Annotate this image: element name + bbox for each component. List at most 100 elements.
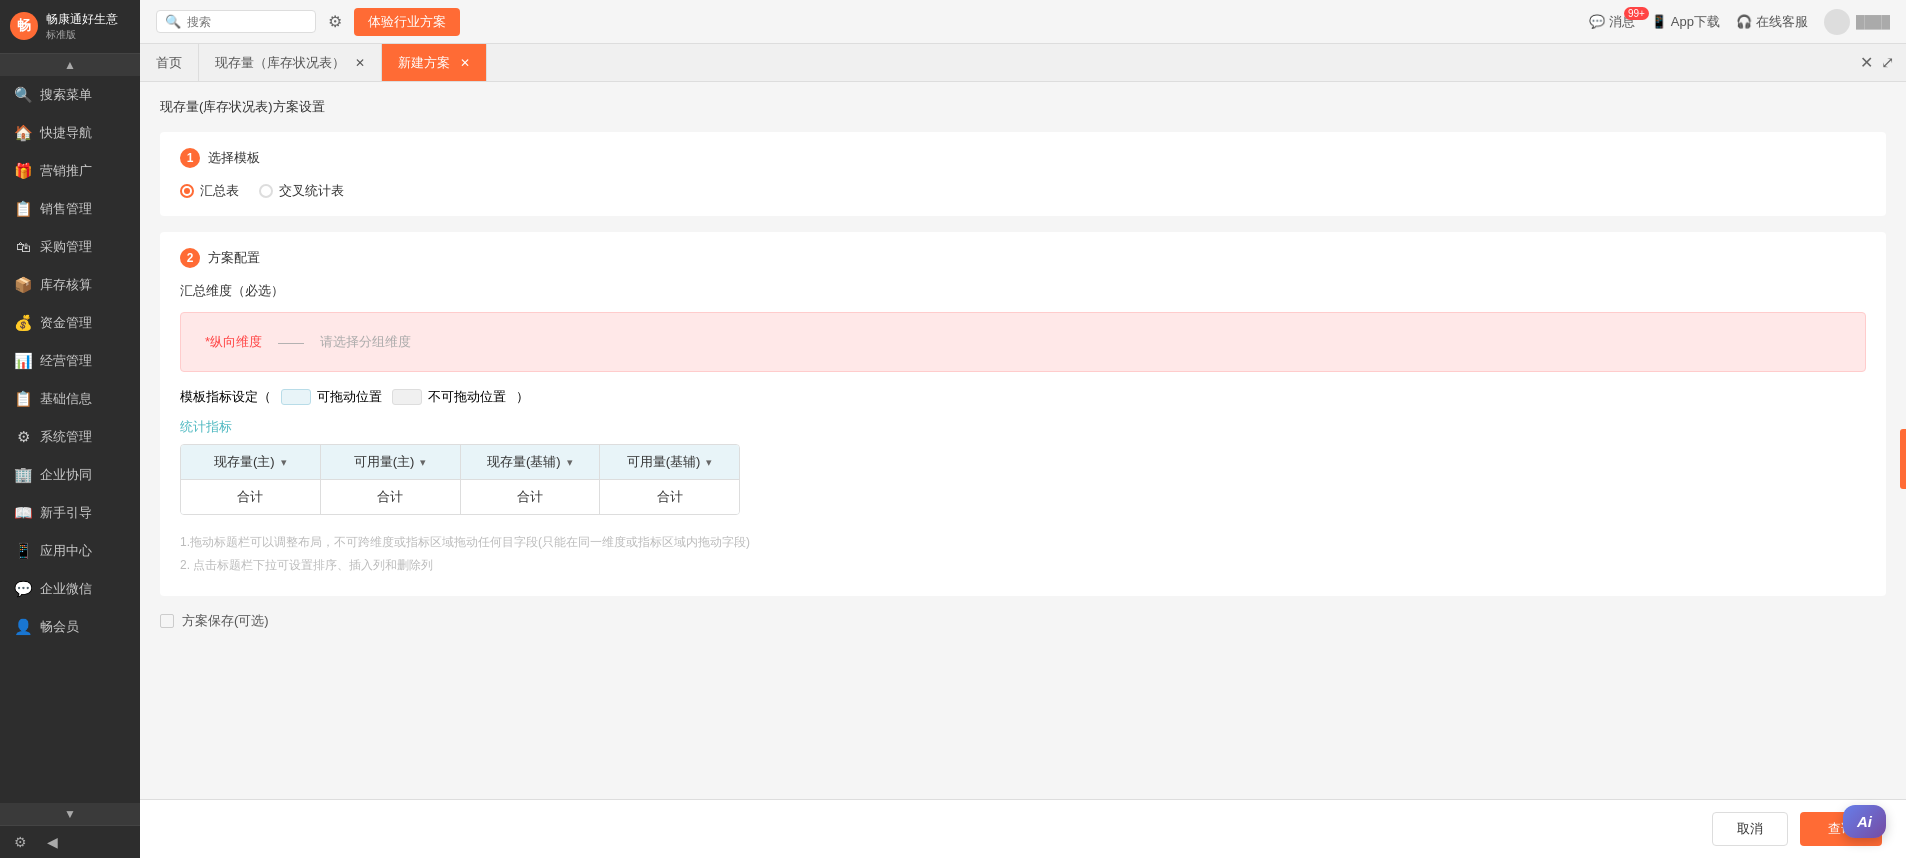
chevron-down-icon-4: ▾ xyxy=(706,456,712,469)
search-input[interactable] xyxy=(187,15,307,29)
tab-new-scheme[interactable]: 新建方案 ✕ xyxy=(382,44,487,81)
customer-service[interactable]: 🎧 在线客服 xyxy=(1736,13,1808,31)
sidebar-item-apps[interactable]: 📱 应用中心 xyxy=(0,532,140,570)
chevron-down-icon-1: ▾ xyxy=(281,456,287,469)
finance-icon: 💰 xyxy=(14,314,32,332)
sidebar-item-member[interactable]: 👤 畅会员 xyxy=(0,608,140,646)
expand-icon[interactable]: ⤢ xyxy=(1881,53,1894,72)
headset-icon: 🎧 xyxy=(1736,14,1752,29)
gear-icon[interactable]: ⚙ xyxy=(328,12,342,31)
stat-col-3-body: 合计 xyxy=(461,480,600,514)
sidebar-item-search[interactable]: 🔍 搜索菜单 xyxy=(0,76,140,114)
stat-col-1: 现存量(主) ▾ 合计 xyxy=(181,445,321,514)
vertical-dimension-label: *纵向维度 xyxy=(205,333,262,351)
draggable-label: 可拖动位置 xyxy=(317,388,382,406)
sidebar-item-enterprise[interactable]: 🏢 企业协同 xyxy=(0,456,140,494)
nondraggable-label: 不可拖动位置 xyxy=(428,388,506,406)
message-icon: 💬 xyxy=(1589,14,1605,29)
sidebar-item-finance[interactable]: 💰 资金管理 xyxy=(0,304,140,342)
stat-label: 统计指标 xyxy=(180,418,1866,436)
purchase-icon: 🛍 xyxy=(14,238,32,256)
step2-header: 2 方案配置 xyxy=(180,248,1866,268)
hint-item-2: 2. 点击标题栏下拉可设置排序、插入列和删除列 xyxy=(180,557,1866,574)
topbar-search-box[interactable]: 🔍 xyxy=(156,10,316,33)
trial-button[interactable]: 体验行业方案 xyxy=(354,8,460,36)
cancel-button[interactable]: 取消 xyxy=(1712,812,1788,846)
step2-card: 2 方案配置 汇总维度（必选） *纵向维度 —— 请选择分组维度 模板指标设定（… xyxy=(160,232,1886,596)
tabbar: 首页 现存量（库存状况表） ✕ 新建方案 ✕ ✕ ⤢ xyxy=(140,44,1906,82)
gift-icon: 🎁 xyxy=(14,162,32,180)
tab-home-label: 首页 xyxy=(156,54,182,72)
dimension-area[interactable]: *纵向维度 —— 请选择分组维度 xyxy=(180,312,1866,372)
settings-icon[interactable]: ⚙ xyxy=(14,834,27,850)
dimension-dash: —— xyxy=(278,335,304,350)
tab-new-scheme-close-icon[interactable]: ✕ xyxy=(460,56,470,70)
bottombar: 取消 查询 xyxy=(140,799,1906,858)
close-panel-icon[interactable]: ✕ xyxy=(1860,53,1873,72)
sidebar-item-newbie[interactable]: 📖 新手引导 xyxy=(0,494,140,532)
template-radio-group: 汇总表 交叉统计表 xyxy=(180,182,1866,200)
radio-summary-dot xyxy=(184,188,190,194)
system-icon: ⚙ xyxy=(14,428,32,446)
sidebar: 畅 畅康通好生意 标准版 ▲ 🔍 搜索菜单 🏠 快捷导航 🎁 营销推广 📋 销售… xyxy=(0,0,140,858)
stat-col-4-header[interactable]: 可用量(基辅) ▾ xyxy=(600,445,739,480)
member-icon: 👤 xyxy=(14,618,32,636)
stat-col-3: 现存量(基辅) ▾ 合计 xyxy=(461,445,601,514)
stat-col-2-body: 合计 xyxy=(321,480,460,514)
search-icon: 🔍 xyxy=(14,86,32,104)
sidebar-item-purchase[interactable]: 🛍 采购管理 xyxy=(0,228,140,266)
radio-crosstab[interactable]: 交叉统计表 xyxy=(259,182,344,200)
chevron-down-icon-3: ▾ xyxy=(567,456,573,469)
dimension-placeholder: 请选择分组维度 xyxy=(320,333,411,351)
tab-new-scheme-label: 新建方案 xyxy=(398,54,450,72)
username: ████ xyxy=(1856,15,1890,29)
sidebar-scroll-up[interactable]: ▲ xyxy=(0,54,140,76)
sidebar-item-label: 应用中心 xyxy=(40,542,92,560)
stat-col-1-header[interactable]: 现存量(主) ▾ xyxy=(181,445,320,480)
sidebar-item-wechat[interactable]: 💬 企业微信 xyxy=(0,570,140,608)
sidebar-item-label: 营销推广 xyxy=(40,162,92,180)
radio-crosstab-circle xyxy=(259,184,273,198)
stat-col-1-body: 合计 xyxy=(181,480,320,514)
tab-inventory-status[interactable]: 现存量（库存状况表） ✕ xyxy=(199,44,382,81)
collapse-sidebar-icon[interactable]: ◀ xyxy=(47,834,58,850)
tab-inventory-close-icon[interactable]: ✕ xyxy=(355,56,365,70)
newbie-icon: 📖 xyxy=(14,504,32,522)
hint-item-1: 1.拖动标题栏可以调整布局，不可跨维度或指标区域拖动任何目字段(只能在同一维度或… xyxy=(180,534,1866,551)
step1-header: 1 选择模板 xyxy=(180,148,1866,168)
user-account[interactable]: ████ xyxy=(1824,9,1890,35)
stat-col-2: 可用量(主) ▾ 合计 xyxy=(321,445,461,514)
stat-col-2-header[interactable]: 可用量(主) ▾ xyxy=(321,445,460,480)
ai-button[interactable]: Ai xyxy=(1843,805,1886,838)
stat-col-3-header[interactable]: 现存量(基辅) ▾ xyxy=(461,445,600,480)
indicator-legend-end: ） xyxy=(516,388,529,406)
sidebar-item-operations[interactable]: 📊 经营管理 xyxy=(0,342,140,380)
save-scheme-checkbox[interactable] xyxy=(160,614,174,628)
sidebar-footer: ⚙ ◀ xyxy=(0,825,140,858)
step1-title: 选择模板 xyxy=(208,149,260,167)
sidebar-nav: 🔍 搜索菜单 🏠 快捷导航 🎁 营销推广 📋 销售管理 🛍 采购管理 📦 库存核… xyxy=(0,76,140,803)
stat-table-header: 现存量(主) ▾ 合计 可用量(主) ▾ 合计 xyxy=(181,445,739,514)
sales-icon: 📋 xyxy=(14,200,32,218)
sidebar-item-basic[interactable]: 📋 基础信息 xyxy=(0,380,140,418)
app-download[interactable]: 📱 App下载 xyxy=(1651,13,1720,31)
tab-home[interactable]: 首页 xyxy=(140,44,199,81)
sidebar-item-marketing[interactable]: 🎁 营销推广 xyxy=(0,152,140,190)
step2-title: 方案配置 xyxy=(208,249,260,267)
save-scheme-label: 方案保存(可选) xyxy=(182,612,269,630)
sidebar-scroll-down[interactable]: ▼ xyxy=(0,803,140,825)
topbar-right: 💬 消息 99+ 📱 App下载 🎧 在线客服 ████ xyxy=(1589,9,1890,35)
sidebar-item-sales[interactable]: 📋 销售管理 xyxy=(0,190,140,228)
sidebar-item-quicknav[interactable]: 🏠 快捷导航 xyxy=(0,114,140,152)
sidebar-item-label: 采购管理 xyxy=(40,238,92,256)
radio-summary[interactable]: 汇总表 xyxy=(180,182,239,200)
sidebar-item-label: 经营管理 xyxy=(40,352,92,370)
app-name: 畅康通好生意 标准版 xyxy=(46,12,118,41)
message-notification[interactable]: 💬 消息 99+ xyxy=(1589,13,1635,31)
sidebar-item-system[interactable]: ⚙ 系统管理 xyxy=(0,418,140,456)
step1-num: 1 xyxy=(180,148,200,168)
stat-table: 现存量(主) ▾ 合计 可用量(主) ▾ 合计 xyxy=(180,444,740,515)
enterprise-icon: 🏢 xyxy=(14,466,32,484)
sidebar-item-inventory[interactable]: 📦 库存核算 xyxy=(0,266,140,304)
indicator-setting-label: 模板指标设定（ xyxy=(180,388,271,406)
